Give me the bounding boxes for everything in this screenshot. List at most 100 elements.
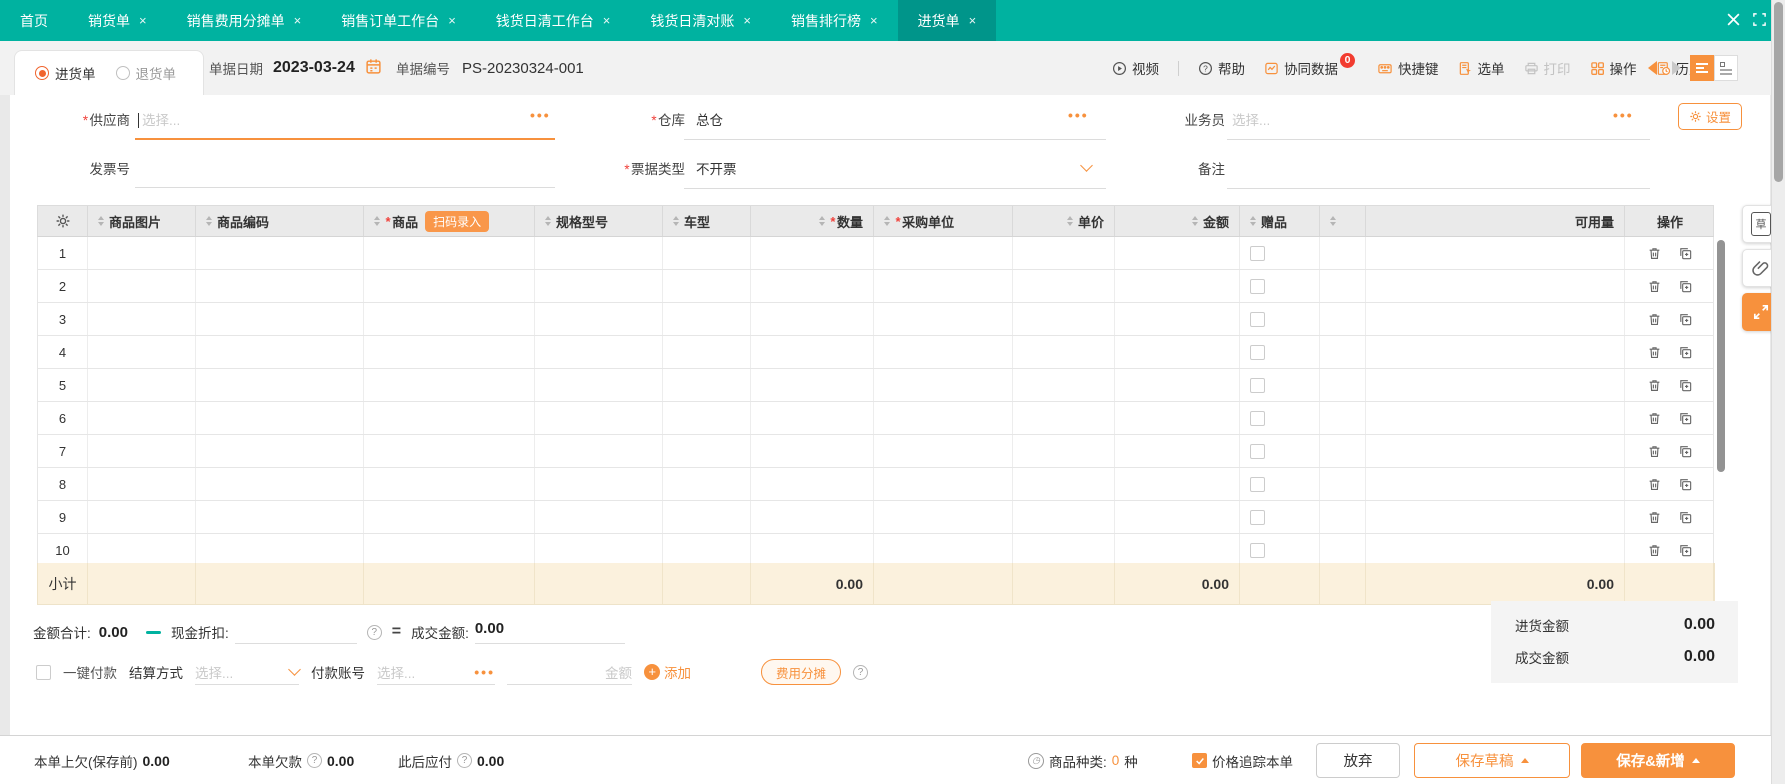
bill-type-chevron-down-icon[interactable] bbox=[1080, 159, 1093, 172]
warehouse-picker-icon[interactable]: ••• bbox=[1068, 107, 1089, 123]
cell-image[interactable] bbox=[88, 534, 196, 563]
copy-row-icon[interactable] bbox=[1678, 510, 1693, 525]
delete-row-icon[interactable] bbox=[1647, 279, 1662, 294]
delete-row-icon[interactable] bbox=[1647, 312, 1662, 327]
tab-close-icon[interactable]: × bbox=[603, 13, 611, 28]
cell-ops[interactable] bbox=[1625, 270, 1713, 302]
cell-image[interactable] bbox=[88, 468, 196, 500]
cell-qty[interactable] bbox=[751, 369, 874, 401]
cell-extra[interactable] bbox=[1320, 237, 1366, 269]
delete-row-icon[interactable] bbox=[1647, 444, 1662, 459]
cell-amount[interactable] bbox=[1115, 501, 1240, 533]
cell-extra[interactable] bbox=[1320, 468, 1366, 500]
cell-unit[interactable] bbox=[874, 237, 1013, 269]
sort-carets-icon[interactable] bbox=[818, 215, 825, 227]
cell-available[interactable] bbox=[1366, 336, 1625, 368]
tab-6[interactable]: 销售排行榜 × bbox=[771, 0, 898, 41]
tab-2[interactable]: 销售费用分摊单 × bbox=[167, 0, 322, 41]
tab-5[interactable]: 钱货日清对账 × bbox=[630, 0, 771, 41]
expense-share-help-icon[interactable]: ? bbox=[853, 664, 869, 680]
cell-gift[interactable] bbox=[1240, 468, 1320, 500]
cell-unit[interactable] bbox=[874, 336, 1013, 368]
add-payment-button[interactable]: + 添加 bbox=[644, 662, 691, 682]
delete-row-icon[interactable] bbox=[1647, 345, 1662, 360]
cell-qty[interactable] bbox=[751, 402, 874, 434]
table-scrollbar[interactable] bbox=[1717, 240, 1725, 472]
cell-price[interactable] bbox=[1013, 270, 1115, 302]
price-track-checkbox[interactable] bbox=[1192, 753, 1207, 768]
cell-image[interactable] bbox=[88, 435, 196, 467]
delete-row-icon[interactable] bbox=[1647, 378, 1662, 393]
col-header-price[interactable]: 单价 bbox=[1013, 206, 1115, 236]
settings-button[interactable]: 设置 bbox=[1678, 103, 1742, 130]
warehouse-value[interactable]: 总仓 bbox=[696, 109, 723, 129]
delete-row-icon[interactable] bbox=[1647, 510, 1662, 525]
cell-price[interactable] bbox=[1013, 435, 1115, 467]
radio-return-order[interactable]: 退货单 bbox=[115, 63, 176, 83]
cell-name[interactable] bbox=[364, 468, 535, 500]
cell-price[interactable] bbox=[1013, 237, 1115, 269]
cell-spec[interactable] bbox=[535, 336, 663, 368]
cell-code[interactable] bbox=[196, 402, 364, 434]
cell-price[interactable] bbox=[1013, 369, 1115, 401]
tab-close-icon[interactable]: × bbox=[448, 13, 456, 28]
cell-available[interactable] bbox=[1366, 468, 1625, 500]
tab-4[interactable]: 钱货日清工作台 × bbox=[476, 0, 631, 41]
cell-spec[interactable] bbox=[535, 435, 663, 467]
cell-model[interactable] bbox=[663, 468, 751, 500]
col-header-available[interactable]: 可用量 bbox=[1366, 206, 1625, 236]
cell-spec[interactable] bbox=[535, 534, 663, 563]
cell-spec[interactable] bbox=[535, 369, 663, 401]
action-collab-data[interactable]: 协同数据 0 bbox=[1264, 52, 1358, 78]
cell-spec[interactable] bbox=[535, 237, 663, 269]
action-operations[interactable]: 操作 bbox=[1590, 58, 1637, 78]
cell-ops[interactable] bbox=[1625, 402, 1713, 434]
gift-checkbox[interactable] bbox=[1250, 443, 1265, 459]
cell-image[interactable] bbox=[88, 237, 196, 269]
tab-close-icon[interactable]: × bbox=[139, 13, 147, 28]
cell-extra[interactable] bbox=[1320, 435, 1366, 467]
cell-image[interactable] bbox=[88, 336, 196, 368]
cell-ops[interactable] bbox=[1625, 303, 1713, 335]
gift-checkbox[interactable] bbox=[1250, 410, 1265, 426]
col-header-code[interactable]: 商品编码 bbox=[196, 206, 364, 236]
cell-spec[interactable] bbox=[535, 501, 663, 533]
copy-row-icon[interactable] bbox=[1678, 411, 1693, 426]
cell-amount[interactable] bbox=[1115, 468, 1240, 500]
cell-code[interactable] bbox=[196, 435, 364, 467]
cell-qty[interactable] bbox=[751, 270, 874, 302]
col-header-image[interactable]: 商品图片 bbox=[88, 206, 196, 236]
cell-gift[interactable] bbox=[1240, 534, 1320, 563]
cell-name[interactable] bbox=[364, 237, 535, 269]
cell-image[interactable] bbox=[88, 369, 196, 401]
cell-code[interactable] bbox=[196, 336, 364, 368]
pay-account-select[interactable]: 选择... ••• bbox=[377, 659, 495, 685]
supplier-input[interactable]: 选择... bbox=[138, 109, 180, 129]
sort-carets-icon[interactable] bbox=[884, 215, 890, 227]
radio-purchase-order[interactable]: 进货单 bbox=[35, 63, 96, 83]
cell-extra[interactable] bbox=[1320, 501, 1366, 533]
save-draft-button[interactable]: 保存草稿 bbox=[1414, 743, 1570, 778]
cell-extra[interactable] bbox=[1320, 534, 1366, 563]
cell-name[interactable] bbox=[364, 336, 535, 368]
close-icon[interactable] bbox=[1726, 12, 1741, 30]
gift-checkbox[interactable] bbox=[1250, 245, 1265, 261]
cell-ops[interactable] bbox=[1625, 501, 1713, 533]
cell-available[interactable] bbox=[1366, 501, 1625, 533]
sort-carets-icon[interactable] bbox=[1191, 215, 1198, 227]
cell-amount[interactable] bbox=[1115, 402, 1240, 434]
cell-amount[interactable] bbox=[1115, 369, 1240, 401]
cell-spec[interactable] bbox=[535, 402, 663, 434]
payable-help-icon[interactable]: ? bbox=[457, 753, 472, 768]
cell-available[interactable] bbox=[1366, 534, 1625, 563]
expense-share-button[interactable]: 费用分摊 bbox=[761, 659, 842, 685]
one-click-pay-checkbox[interactable] bbox=[36, 664, 51, 680]
cell-amount[interactable] bbox=[1115, 534, 1240, 563]
cell-extra[interactable] bbox=[1320, 270, 1366, 302]
copy-row-icon[interactable] bbox=[1678, 378, 1693, 393]
cell-ops[interactable] bbox=[1625, 336, 1713, 368]
cell-qty[interactable] bbox=[751, 501, 874, 533]
scan-entry-badge[interactable]: 扫码录入 bbox=[425, 210, 490, 232]
list-view-toggle[interactable] bbox=[1690, 55, 1714, 81]
copy-row-icon[interactable] bbox=[1678, 246, 1693, 261]
